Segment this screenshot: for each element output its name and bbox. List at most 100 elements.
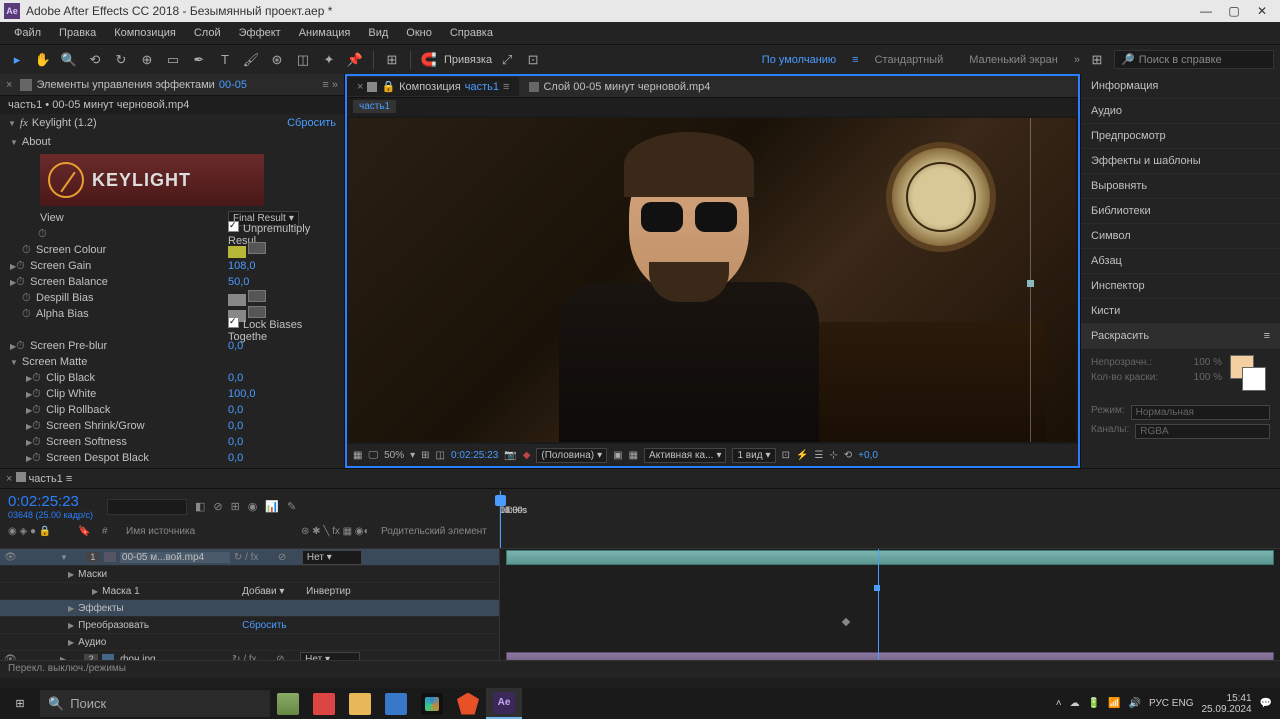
- mask-handle[interactable]: [1027, 280, 1034, 287]
- layer-property-row[interactable]: Аудио: [0, 634, 499, 651]
- panel-Предпросмотр[interactable]: Предпросмотр: [1081, 124, 1280, 149]
- taskbar-app-2[interactable]: [306, 688, 342, 719]
- fast-preview-icon[interactable]: ⚡: [796, 450, 808, 461]
- channel-icon[interactable]: ◆: [523, 450, 531, 461]
- minimize-button[interactable]: —: [1192, 1, 1220, 21]
- keyframe[interactable]: [842, 618, 850, 626]
- selection-tool[interactable]: ▸: [6, 49, 28, 71]
- channels-dropdown[interactable]: RGBA: [1135, 424, 1270, 439]
- menu-Композиция[interactable]: Композиция: [106, 24, 184, 42]
- playhead[interactable]: [500, 491, 501, 548]
- param-value[interactable]: [228, 242, 338, 257]
- mode-cell[interactable]: Добави ▾: [242, 586, 302, 597]
- marker[interactable]: [874, 585, 880, 591]
- stopwatch-icon[interactable]: ⏱: [16, 340, 28, 353]
- hand-tool[interactable]: ✋: [32, 49, 54, 71]
- stopwatch-icon[interactable]: ⏱: [32, 436, 44, 449]
- timeline-icon[interactable]: ☰: [814, 450, 823, 461]
- taskbar-app-1[interactable]: [270, 688, 306, 719]
- track-playhead[interactable]: [878, 549, 879, 660]
- stopwatch-icon[interactable]: ⏱: [32, 372, 44, 385]
- tray-notifications-icon[interactable]: 💬: [1260, 698, 1272, 709]
- stopwatch-icon[interactable]: ⏱: [32, 420, 44, 433]
- panel-Информация[interactable]: Информация: [1081, 74, 1280, 99]
- stopwatch-icon[interactable]: ⏱: [22, 308, 34, 321]
- grid-icon[interactable]: ⊞: [421, 450, 429, 461]
- track-layer-2[interactable]: [506, 652, 1274, 660]
- puppet-tool[interactable]: 📌: [344, 49, 366, 71]
- menu-Файл[interactable]: Файл: [6, 24, 49, 42]
- color-swatches[interactable]: [1230, 355, 1270, 395]
- track-layer-1[interactable]: [506, 550, 1274, 565]
- stopwatch-icon[interactable]: ⏱: [22, 292, 34, 305]
- tray-time[interactable]: 15:41: [1201, 693, 1251, 704]
- fx-badge[interactable]: fx: [20, 117, 28, 129]
- toggle-switches[interactable]: Перекл. выключ./режимы: [8, 663, 126, 674]
- shape-tool[interactable]: ▭: [162, 49, 184, 71]
- panel-Символ[interactable]: Символ: [1081, 224, 1280, 249]
- snapshot-icon[interactable]: 📷: [504, 450, 516, 461]
- local-axis-icon[interactable]: ⊞: [381, 49, 403, 71]
- exposure-reset-icon[interactable]: ⟲: [844, 450, 852, 461]
- tray-battery-icon[interactable]: 🔋: [1088, 698, 1100, 709]
- stopwatch-icon[interactable]: ⏱: [32, 388, 44, 401]
- graph-icon[interactable]: 📊: [265, 500, 279, 513]
- taskbar-app-3[interactable]: [378, 688, 414, 719]
- lock-biases-checkbox[interactable]: [228, 317, 239, 328]
- visibility-icon[interactable]: 👁: [4, 552, 18, 563]
- close-button[interactable]: ✕: [1248, 1, 1276, 21]
- tray-chevron-icon[interactable]: ˄: [1056, 698, 1062, 709]
- param-value[interactable]: 0,0: [228, 452, 338, 464]
- panel-Кисти[interactable]: Кисти: [1081, 299, 1280, 324]
- stopwatch-icon[interactable]: ⏱: [38, 228, 50, 241]
- unpremult-checkbox[interactable]: [228, 221, 239, 232]
- text-tool[interactable]: T: [214, 49, 236, 71]
- panel-Библиотеки[interactable]: Библиотеки: [1081, 199, 1280, 224]
- preblur-value[interactable]: 0,0: [228, 340, 338, 352]
- layer-property-row[interactable]: Маска 1Добави ▾Инвертир: [0, 583, 499, 600]
- param-value[interactable]: [228, 290, 338, 305]
- close-icon[interactable]: ×: [6, 79, 12, 91]
- effect-controls-tab[interactable]: × Элементы управления эффектами 00-05 ≡ …: [0, 74, 344, 96]
- workspace-default[interactable]: По умолчанию: [752, 51, 846, 69]
- help-search[interactable]: 🔎 Поиск в справке: [1114, 50, 1274, 69]
- panel-Эффекты и шаблоны[interactable]: Эффекты и шаблоны: [1081, 149, 1280, 174]
- twisty[interactable]: [68, 569, 74, 580]
- param-value[interactable]: 100,0: [228, 388, 338, 400]
- layer-property-row[interactable]: Маски: [0, 566, 499, 583]
- taskbar-search[interactable]: 🔍 Поиск: [40, 690, 270, 717]
- roto-tool[interactable]: ✦: [318, 49, 340, 71]
- menu-Окно[interactable]: Окно: [398, 24, 440, 42]
- eraser-tool[interactable]: ◫: [292, 49, 314, 71]
- workspace-small[interactable]: Маленький экран: [959, 51, 1068, 69]
- flowchart-icon[interactable]: ⊹: [829, 450, 837, 461]
- matte-twisty[interactable]: [10, 356, 18, 368]
- snap-opt2-icon[interactable]: ⊡: [522, 49, 544, 71]
- region-icon[interactable]: ▣: [613, 450, 622, 461]
- views-dropdown[interactable]: 1 вид ▾: [732, 448, 775, 463]
- twisty[interactable]: [68, 620, 74, 631]
- stopwatch-icon[interactable]: ⏱: [16, 276, 28, 289]
- panel-Раскрасить[interactable]: Раскрасить≡: [1081, 324, 1280, 349]
- viewer-timecode[interactable]: 0:02:25:23: [451, 450, 498, 461]
- taskbar-file-explorer[interactable]: [342, 688, 378, 719]
- taskbar-brave[interactable]: [450, 688, 486, 719]
- layer-tab[interactable]: Слой 00-05 минут черновой.mp4: [519, 78, 720, 96]
- draft-icon[interactable]: ✎: [287, 500, 296, 513]
- panel-Выровнять[interactable]: Выровнять: [1081, 174, 1280, 199]
- flow-value[interactable]: 100 %: [1194, 372, 1222, 383]
- layer-property-row[interactable]: Эффекты: [0, 600, 499, 617]
- parent-dropdown[interactable]: Нет ▾: [302, 550, 362, 565]
- panel-Абзац[interactable]: Абзац: [1081, 249, 1280, 274]
- parent-cell[interactable]: Инвертир: [306, 586, 366, 597]
- panel-Инспектор[interactable]: Инспектор: [1081, 274, 1280, 299]
- timeline-tracks[interactable]: [500, 549, 1280, 660]
- stopwatch-icon[interactable]: ⏱: [16, 260, 28, 273]
- taskbar-app-4[interactable]: [414, 688, 450, 719]
- workspace-standard[interactable]: Стандартный: [865, 51, 954, 69]
- param-value[interactable]: 0,0: [228, 404, 338, 416]
- close-icon[interactable]: ×: [357, 81, 363, 93]
- brush-tool[interactable]: 🖌: [240, 49, 262, 71]
- col-source[interactable]: Имя источника: [126, 526, 291, 537]
- tray-wifi-icon[interactable]: 📶: [1108, 698, 1120, 709]
